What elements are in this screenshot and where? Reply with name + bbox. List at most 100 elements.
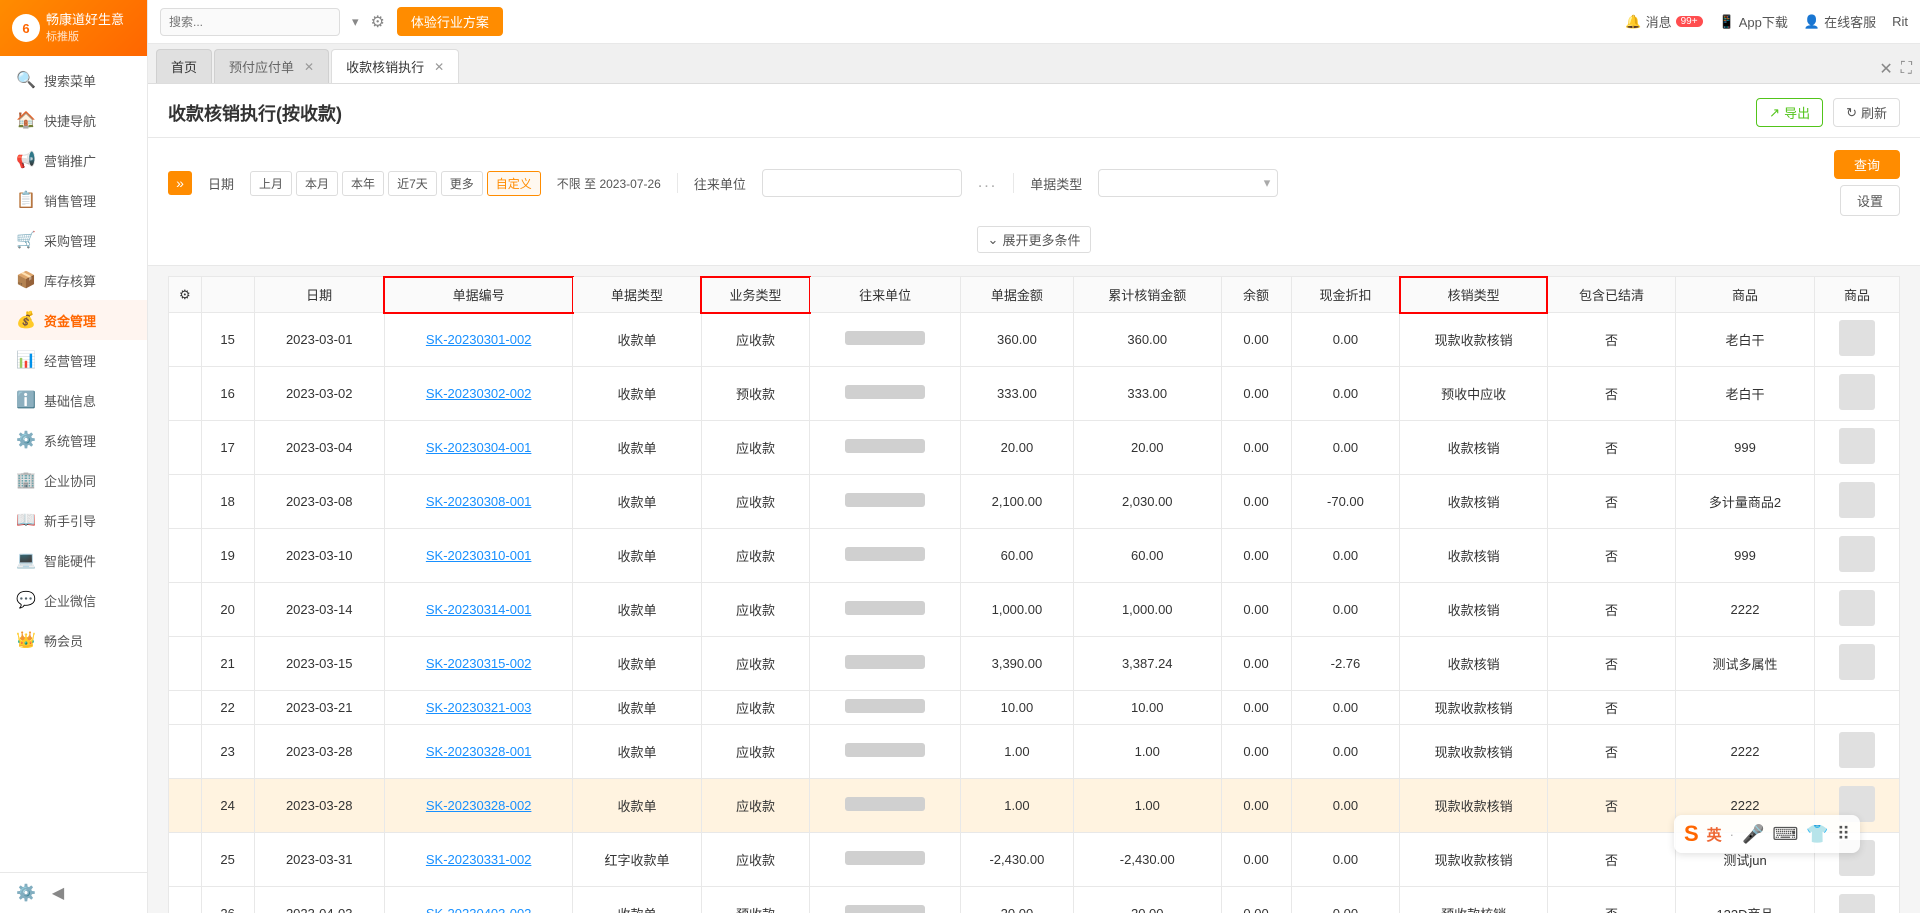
topbar-app[interactable]: 📱 App下载 <box>1719 12 1788 31</box>
row-order-no[interactable]: SK-20230328-001 <box>384 725 573 779</box>
row-order-no[interactable]: SK-20230328-002 <box>384 779 573 833</box>
row-verified: 10.00 <box>1073 691 1221 725</box>
filter-this-month-btn[interactable]: 本月 <box>296 171 338 196</box>
filter-dots[interactable]: ... <box>978 174 997 192</box>
row-bill-type: 收款单 <box>573 313 701 367</box>
filter-type-wrapper: ▾ <box>1098 169 1278 197</box>
tab-expand-icon[interactable]: ⛶ <box>1901 60 1912 78</box>
col-gear[interactable]: ⚙ <box>169 277 202 313</box>
row-bill-type: 收款单 <box>573 583 701 637</box>
filter-toggle-button[interactable]: » <box>168 171 192 195</box>
sidebar-item-finance[interactable]: 💰资金管理 <box>0 300 147 340</box>
industry-btn[interactable]: 体验行业方案 <box>397 7 503 36</box>
tab-home-label: 首页 <box>171 57 197 76</box>
settings-button[interactable]: 设置 <box>1840 185 1900 216</box>
row-balance: 0.00 <box>1221 691 1291 725</box>
sidebar-menu: 🔍搜索菜单 🏠快捷导航 📢营销推广 📋销售管理 🛒采购管理 📦库存核算 💰资金管… <box>0 56 147 872</box>
col-biz-type: 业务类型 <box>701 277 810 313</box>
row-order-no[interactable]: SK-20230308-001 <box>384 475 573 529</box>
keyboard-icon[interactable]: ⌨ <box>1772 824 1798 845</box>
row-order-no[interactable]: SK-20230301-002 <box>384 313 573 367</box>
topbar-messages[interactable]: 🔔 消息 99+ <box>1625 12 1702 31</box>
row-order-no[interactable]: SK-20230302-002 <box>384 367 573 421</box>
tab-home[interactable]: 首页 <box>156 49 212 83</box>
tab-verify[interactable]: 收款核销执行 ✕ <box>331 49 459 83</box>
export-button[interactable]: ↗ 导出 <box>1756 98 1823 127</box>
row-cash-discount: 0.00 <box>1291 313 1400 367</box>
table-row: 232023-03-28SK-20230328-001收款单应收款1.001.0… <box>169 725 1900 779</box>
row-date: 2023-03-01 <box>254 313 384 367</box>
row-include-settled: 否 <box>1547 779 1675 833</box>
filter-date-label: 日期 <box>208 174 234 193</box>
sidebar-item-sales[interactable]: 📋销售管理 <box>0 180 147 220</box>
tab-prepay[interactable]: 预付应付单 ✕ <box>214 49 329 83</box>
query-button[interactable]: 查询 <box>1834 150 1900 179</box>
topbar-gear-icon[interactable]: ⚙ <box>371 12 385 32</box>
row-order-no[interactable]: SK-20230314-001 <box>384 583 573 637</box>
tab-close-icon[interactable]: ✕ <box>1879 59 1892 79</box>
row-verify-type: 收款核销 <box>1400 475 1548 529</box>
row-order-no[interactable]: SK-20230403-002 <box>384 887 573 913</box>
filter-this-year-btn[interactable]: 本年 <box>342 171 384 196</box>
shirt-icon[interactable]: 👕 <box>1806 824 1828 845</box>
sidebar-item-purchase[interactable]: 🛒采购管理 <box>0 220 147 260</box>
table-row: 262023-04-03SK-20230403-002收款单预收款20.0020… <box>169 887 1900 913</box>
row-date: 2023-03-28 <box>254 779 384 833</box>
settings-icon[interactable]: ⚙️ <box>16 883 36 903</box>
filter-type-select[interactable] <box>1098 169 1278 197</box>
search-input[interactable] <box>160 8 340 36</box>
sidebar-item-system[interactable]: ⚙️系统管理 <box>0 420 147 460</box>
row-product: 多计量商品2 <box>1676 475 1815 529</box>
sidebar-item-marketing[interactable]: 📢营销推广 <box>0 140 147 180</box>
col-balance: 余额 <box>1221 277 1291 313</box>
home-icon: 🏠 <box>16 110 36 130</box>
filter-7days-btn[interactable]: 近7天 <box>388 171 437 196</box>
service-label: 在线客服 <box>1824 12 1876 31</box>
sidebar-item-operations[interactable]: 📊经营管理 <box>0 340 147 380</box>
row-order-no[interactable]: SK-20230310-001 <box>384 529 573 583</box>
sidebar-item-member[interactable]: 👑畅会员 <box>0 620 147 660</box>
sidebar-item-label: 销售管理 <box>44 191 96 210</box>
row-verified: 1,000.00 <box>1073 583 1221 637</box>
sidebar-item-basic[interactable]: ℹ️基础信息 <box>0 380 147 420</box>
sidebar-item-newbie[interactable]: 📖新手引导 <box>0 500 147 540</box>
apps-icon[interactable]: ⠿ <box>1837 824 1850 845</box>
chevron-down-icon[interactable]: ▾ <box>352 14 359 30</box>
sidebar-item-inventory[interactable]: 📦库存核算 <box>0 260 147 300</box>
filter-expand-button[interactable]: ⌄ 展开更多条件 <box>977 226 1092 253</box>
page-header: 收款核销执行(按收款) ↗ 导出 ↻ 刷新 <box>148 84 1920 138</box>
row-verified: 60.00 <box>1073 529 1221 583</box>
sidebar-item-corp[interactable]: 🏢企业协同 <box>0 460 147 500</box>
row-verified: 1.00 <box>1073 725 1221 779</box>
row-include-settled: 否 <box>1547 529 1675 583</box>
filter-more-btn[interactable]: 更多 <box>441 171 483 196</box>
microphone-icon[interactable]: 🎤 <box>1742 824 1764 845</box>
topbar-user[interactable]: Rit <box>1892 14 1908 29</box>
col-product-img: 商品 <box>1814 277 1899 313</box>
filter-custom-btn[interactable]: 自定义 <box>487 171 541 196</box>
sidebar-item-wechat[interactable]: 💬企业微信 <box>0 580 147 620</box>
row-bill-type: 收款单 <box>573 725 701 779</box>
row-order-no[interactable]: SK-20230315-002 <box>384 637 573 691</box>
row-include-settled: 否 <box>1547 887 1675 913</box>
filter-date-range: 不限 至 2023-07-26 <box>557 175 661 192</box>
sidebar-item-label: 系统管理 <box>44 431 96 450</box>
col-verified: 累计核销金额 <box>1073 277 1221 313</box>
row-no: 26 <box>201 887 254 913</box>
col-product: 商品 <box>1676 277 1815 313</box>
row-balance: 0.00 <box>1221 887 1291 913</box>
sidebar-item-hardware[interactable]: 💻智能硬件 <box>0 540 147 580</box>
row-order-no[interactable]: SK-20230304-001 <box>384 421 573 475</box>
filter-partner-input[interactable] <box>762 169 962 197</box>
filter-last-month-btn[interactable]: 上月 <box>250 171 292 196</box>
sidebar-item-search[interactable]: 🔍搜索菜单 <box>0 60 147 100</box>
topbar-service[interactable]: 👤 在线客服 <box>1804 12 1876 31</box>
collapse-icon[interactable]: ◀ <box>52 883 64 903</box>
tab-verify-close-icon[interactable]: ✕ <box>434 60 444 74</box>
row-order-no[interactable]: SK-20230321-003 <box>384 691 573 725</box>
row-order-no[interactable]: SK-20230331-002 <box>384 833 573 887</box>
col-order-no: 单据编号 <box>384 277 573 313</box>
tab-prepay-close-icon[interactable]: ✕ <box>304 60 314 74</box>
refresh-button[interactable]: ↻ 刷新 <box>1833 98 1900 127</box>
sidebar-item-nav[interactable]: 🏠快捷导航 <box>0 100 147 140</box>
